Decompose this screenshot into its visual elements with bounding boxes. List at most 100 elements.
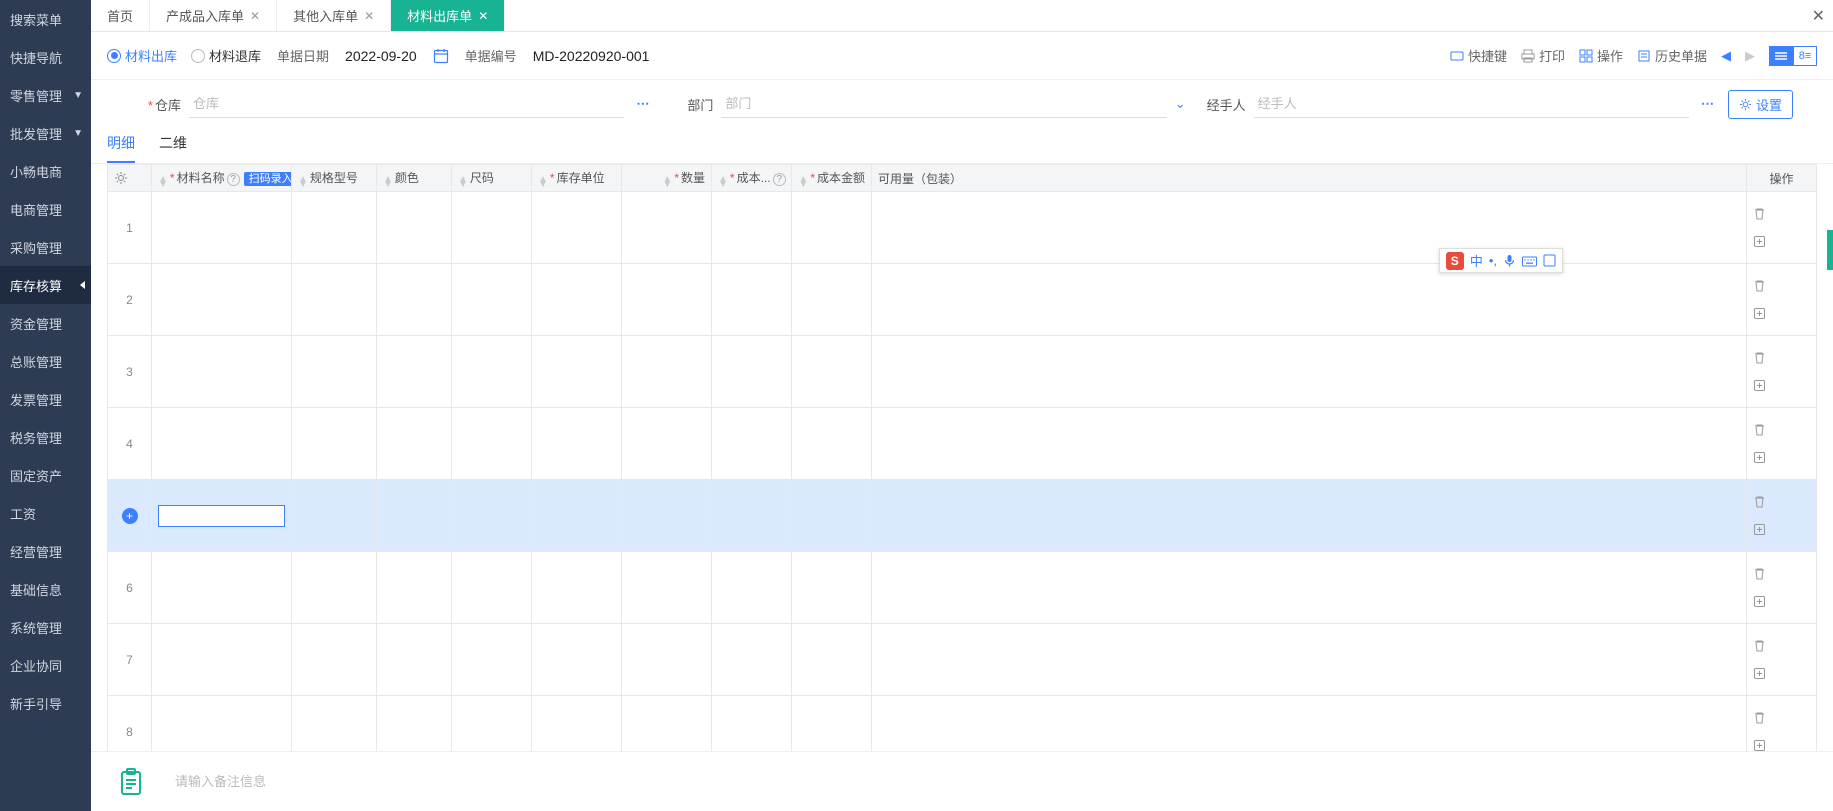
cell-spec[interactable] <box>292 192 377 264</box>
list-view-button[interactable] <box>1769 46 1793 66</box>
sidebar-item-13[interactable]: 工资 <box>0 494 91 532</box>
help-icon[interactable]: ? <box>227 173 240 186</box>
ime-lang-toggle[interactable]: 中 <box>1470 251 1483 270</box>
doc-date-value[interactable]: 2022-09-20 <box>345 48 417 64</box>
cell-cost-amt[interactable] <box>792 480 872 552</box>
cell-qty[interactable] <box>622 264 712 336</box>
cell-cost[interactable] <box>712 264 792 336</box>
cell-material[interactable] <box>152 192 292 264</box>
cell-qty[interactable] <box>622 696 712 752</box>
cell-color[interactable] <box>377 696 452 752</box>
cell-qty[interactable] <box>622 624 712 696</box>
table-row[interactable]: 6 <box>108 552 1817 624</box>
cell-available[interactable] <box>872 480 1747 552</box>
cell-spec[interactable] <box>292 264 377 336</box>
table-row[interactable]: 2 <box>108 264 1817 336</box>
col-qty[interactable]: ▲▼*数量 <box>622 165 712 192</box>
close-all-tabs-icon[interactable]: ✕ <box>1812 6 1825 26</box>
delete-row-icon[interactable] <box>1753 423 1810 436</box>
shortcut-button[interactable]: 快捷键 <box>1450 46 1507 65</box>
cell-spec[interactable] <box>292 552 377 624</box>
table-row[interactable]: 7 <box>108 624 1817 696</box>
cell-material[interactable] <box>152 408 292 480</box>
insert-row-icon[interactable] <box>1753 523 1810 536</box>
cell-cost[interactable] <box>712 696 792 752</box>
cell-qty[interactable] <box>622 408 712 480</box>
insert-row-icon[interactable] <box>1753 307 1810 320</box>
calendar-icon[interactable] <box>433 48 449 64</box>
radio-material-return[interactable]: 材料退库 <box>191 46 261 65</box>
cell-cost[interactable] <box>712 408 792 480</box>
cell-cost[interactable] <box>712 192 792 264</box>
sidebar-item-7[interactable]: 库存核算 <box>0 266 91 304</box>
delete-row-icon[interactable] <box>1753 639 1810 652</box>
grid-view-button[interactable]: 8≡ <box>1793 46 1817 66</box>
insert-row-icon[interactable] <box>1753 379 1810 392</box>
cell-available[interactable] <box>872 336 1747 408</box>
cell-material[interactable] <box>152 336 292 408</box>
cell-available[interactable] <box>872 408 1747 480</box>
col-cost[interactable]: ▲▼*成本...? <box>712 165 792 192</box>
sidebar-item-15[interactable]: 基础信息 <box>0 570 91 608</box>
warehouse-input[interactable] <box>189 90 624 118</box>
cell-cost-amt[interactable] <box>792 336 872 408</box>
sidebar-item-14[interactable]: 经营管理 <box>0 532 91 570</box>
cell-cost-amt[interactable] <box>792 624 872 696</box>
col-available[interactable]: 可用量（包装） <box>872 165 1747 192</box>
handler-input[interactable] <box>1254 90 1689 118</box>
cell-spec[interactable] <box>292 408 377 480</box>
cell-color[interactable] <box>377 408 452 480</box>
ime-mic-icon[interactable] <box>1503 254 1516 267</box>
sidebar-item-6[interactable]: 采购管理 <box>0 228 91 266</box>
cell-qty[interactable] <box>622 192 712 264</box>
scan-badge[interactable]: 扫码录入 <box>244 172 292 186</box>
sidebar-item-5[interactable]: 电商管理 <box>0 190 91 228</box>
tab-detail[interactable]: 明细 <box>107 133 135 163</box>
insert-row-icon[interactable] <box>1753 595 1810 608</box>
cell-size[interactable] <box>452 624 532 696</box>
prev-doc-icon[interactable]: ◀ <box>1721 48 1731 64</box>
cell-cost-amt[interactable] <box>792 192 872 264</box>
close-icon[interactable]: ✕ <box>478 9 488 23</box>
cell-spec[interactable] <box>292 624 377 696</box>
tab-3[interactable]: 材料出库单✕ <box>391 0 505 31</box>
cell-material[interactable] <box>152 696 292 752</box>
insert-row-icon[interactable] <box>1753 667 1810 680</box>
cell-material[interactable] <box>152 624 292 696</box>
insert-row-icon[interactable] <box>1753 451 1810 464</box>
close-icon[interactable]: ✕ <box>250 9 260 23</box>
tab-2[interactable]: 其他入库单✕ <box>277 0 391 31</box>
delete-row-icon[interactable] <box>1753 351 1810 364</box>
column-settings-button[interactable] <box>108 165 152 192</box>
delete-row-icon[interactable] <box>1753 711 1810 724</box>
cell-size[interactable] <box>452 696 532 752</box>
cell-material[interactable] <box>152 264 292 336</box>
delete-row-icon[interactable] <box>1753 495 1810 508</box>
side-panel-handle[interactable] <box>1827 230 1833 270</box>
table-row[interactable]: + <box>108 480 1817 552</box>
table-row[interactable]: 8 <box>108 696 1817 752</box>
sidebar-item-12[interactable]: 固定资产 <box>0 456 91 494</box>
cell-color[interactable] <box>377 264 452 336</box>
cell-unit[interactable] <box>532 192 622 264</box>
cell-cost-amt[interactable] <box>792 552 872 624</box>
cell-spec[interactable] <box>292 696 377 752</box>
cell-material[interactable] <box>152 480 292 552</box>
ime-toolbar[interactable]: S 中 •, <box>1439 248 1563 273</box>
cell-color[interactable] <box>377 552 452 624</box>
tab-2d[interactable]: 二维 <box>159 133 187 163</box>
cell-size[interactable] <box>452 480 532 552</box>
cell-color[interactable] <box>377 336 452 408</box>
cell-unit[interactable] <box>532 480 622 552</box>
ime-punct-toggle[interactable]: •, <box>1489 253 1497 268</box>
col-size[interactable]: ▲▼尺码 <box>452 165 532 192</box>
sidebar-item-4[interactable]: 小畅电商 <box>0 152 91 190</box>
cell-size[interactable] <box>452 408 532 480</box>
cell-material[interactable] <box>152 552 292 624</box>
tab-1[interactable]: 产成品入库单✕ <box>150 0 277 31</box>
cell-size[interactable] <box>452 336 532 408</box>
table-row[interactable]: 3 <box>108 336 1817 408</box>
insert-row-icon[interactable] <box>1753 739 1810 751</box>
cell-unit[interactable] <box>532 264 622 336</box>
cell-spec[interactable] <box>292 336 377 408</box>
